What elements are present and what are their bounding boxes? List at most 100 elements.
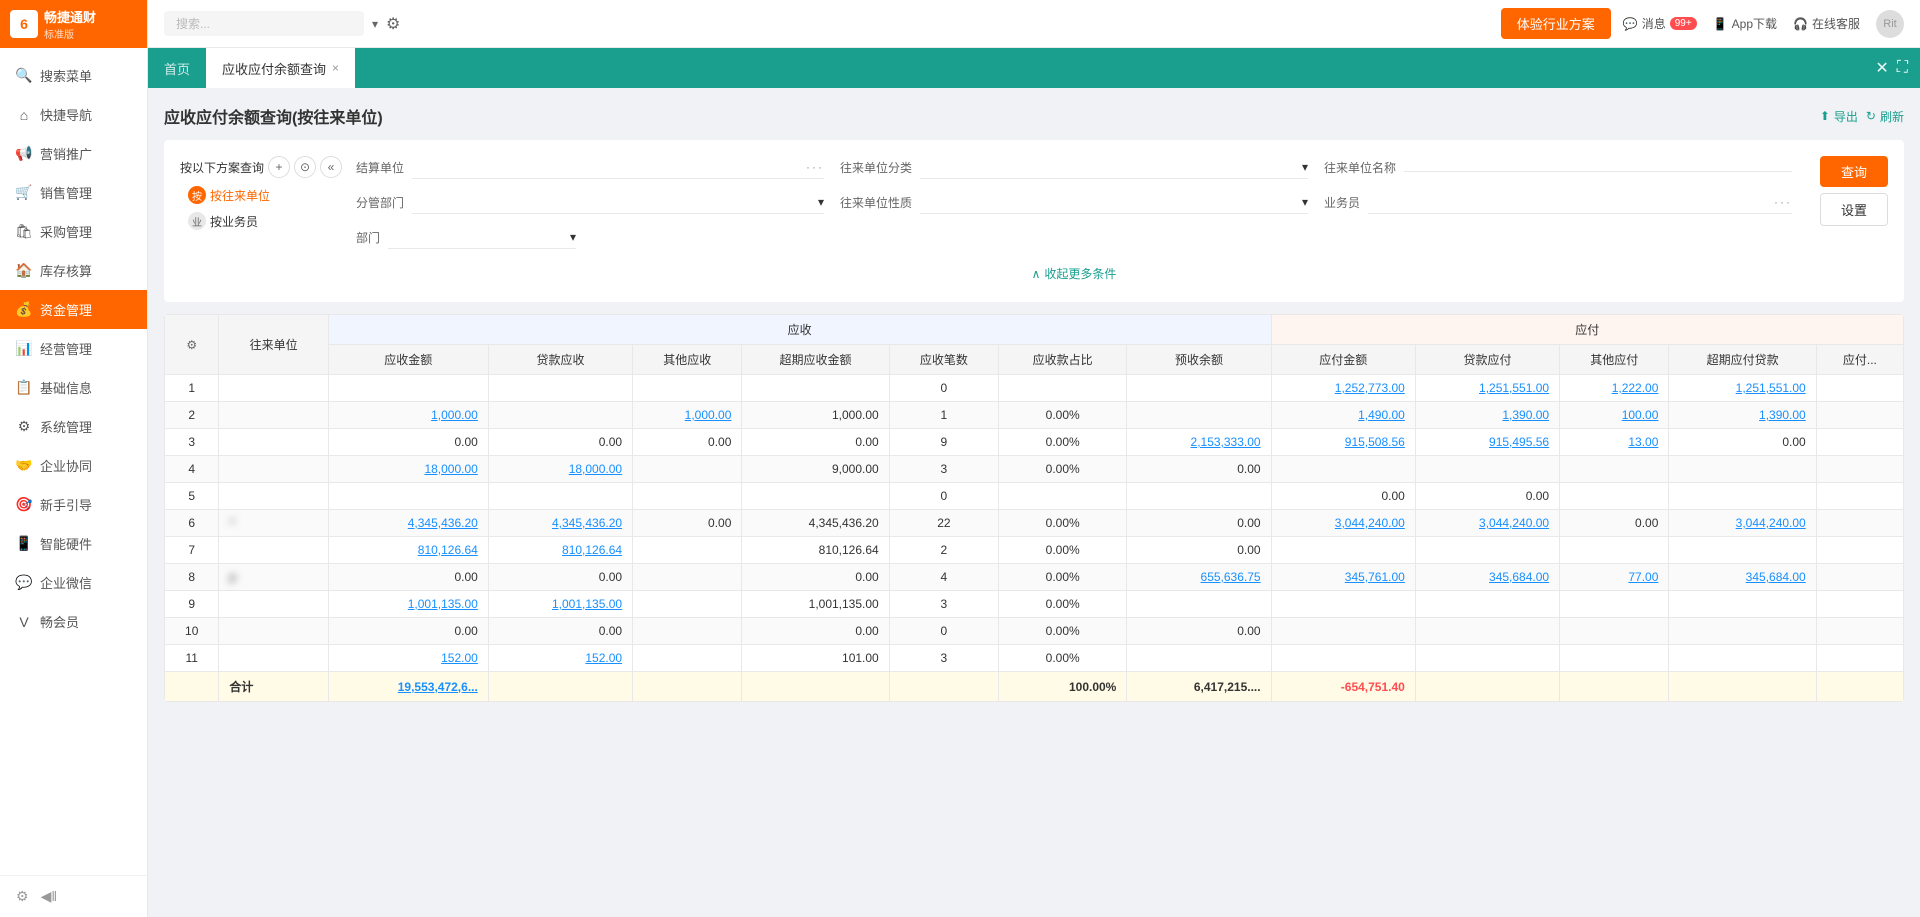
- col-settings-header[interactable]: ⚙: [165, 315, 219, 375]
- table-cell-link[interactable]: 1,390.00: [1502, 408, 1549, 422]
- search-icon: 🔍: [16, 68, 32, 84]
- sidebar-label-guide: 新手引导: [40, 495, 92, 514]
- table-cell-link[interactable]: 18,000.00: [424, 462, 477, 476]
- table-cell-link[interactable]: 1,490.00: [1358, 408, 1405, 422]
- settlement-unit-input[interactable]: ···: [412, 156, 824, 179]
- table-cell: [1816, 456, 1903, 483]
- sidebar-item-guide[interactable]: 🎯新手引导: [0, 485, 147, 524]
- table-cell-link[interactable]: 1,001,135.00: [552, 597, 622, 611]
- table-cell-link[interactable]: 4,345,436.20: [408, 516, 478, 530]
- tab-label-balance: 应收应付余额查询: [222, 59, 326, 78]
- table-cell-link[interactable]: 3,044,240.00: [1479, 516, 1549, 530]
- table-cell: [633, 537, 742, 564]
- table-cell: 22: [889, 510, 998, 537]
- app-download-item[interactable]: 📱 App下载: [1713, 15, 1777, 32]
- table-cell-link[interactable]: 1,000.00: [431, 408, 478, 422]
- search-placeholder: 搜索...: [176, 17, 210, 31]
- table-cell-link[interactable]: 3,044,240.00: [1335, 516, 1405, 530]
- partner-nature-input[interactable]: ▾: [920, 191, 1308, 214]
- table-cell-link[interactable]: 1,251,551.00: [1736, 381, 1806, 395]
- table-cell-link[interactable]: 1,222.00: [1612, 381, 1659, 395]
- export-button[interactable]: ⬆ 导出: [1820, 108, 1858, 125]
- sidebar-item-coop[interactable]: 🤝企业协同: [0, 446, 147, 485]
- tab-close-balance[interactable]: ×: [332, 61, 339, 75]
- table-cell-link[interactable]: 345,684.00: [1489, 570, 1549, 584]
- message-icon: 💬: [1623, 17, 1638, 31]
- tab-home[interactable]: 首页: [148, 48, 206, 88]
- partner-name-input[interactable]: [1404, 163, 1792, 172]
- table-cell-link[interactable]: 1,001,135.00: [408, 597, 478, 611]
- sidebar-item-system[interactable]: ⚙系统管理: [0, 407, 147, 446]
- maximize-icon[interactable]: ⛶: [1897, 59, 1908, 77]
- sidebar-item-search[interactable]: 🔍搜索菜单: [0, 56, 147, 95]
- table-cell-link[interactable]: 4,345,436.20: [552, 516, 622, 530]
- table-cell: [1127, 483, 1271, 510]
- table-cell-link[interactable]: 915,508.56: [1345, 435, 1405, 449]
- table-cell: [219, 645, 328, 672]
- user-avatar[interactable]: Rit: [1876, 10, 1904, 38]
- table-cell-link[interactable]: 345,684.00: [1746, 570, 1806, 584]
- refresh-button[interactable]: ↻ 刷新: [1866, 108, 1904, 125]
- table-cell-link[interactable]: 152.00: [585, 651, 622, 665]
- table-cell-link[interactable]: 655,636.75: [1201, 570, 1261, 584]
- sidebar-item-basic[interactable]: 📋基础信息: [0, 368, 147, 407]
- topbar-gear-icon[interactable]: ⚙: [386, 14, 400, 34]
- online-service-item[interactable]: 🎧 在线客服: [1793, 15, 1860, 32]
- query-button[interactable]: 查询: [1820, 156, 1888, 187]
- export-icon: ⬆: [1820, 109, 1830, 123]
- table-cell: 4: [889, 564, 998, 591]
- tab-balance[interactable]: 应收应付余额查询 ×: [206, 48, 355, 88]
- table-cell-link[interactable]: 2,153,333.00: [1191, 435, 1261, 449]
- collapse-more-bar[interactable]: ∧ 收起更多条件: [356, 261, 1792, 286]
- table-cell-link[interactable]: 18,000.00: [569, 462, 622, 476]
- close-window-icon[interactable]: ✕: [1875, 58, 1888, 78]
- table-cell-link[interactable]: 1,252,773.00: [1335, 381, 1405, 395]
- set-button[interactable]: 设置: [1820, 193, 1888, 226]
- table-cell-link[interactable]: 1,251,551.00: [1479, 381, 1549, 395]
- footer-overdue-pay: [1669, 672, 1816, 702]
- collapse-scheme-button[interactable]: «: [320, 156, 342, 178]
- partner-category-input[interactable]: ▾: [920, 156, 1308, 179]
- table-cell-link[interactable]: 77.00: [1628, 570, 1658, 584]
- sidebar-item-purchase[interactable]: 🛍采购管理: [0, 212, 147, 251]
- table-cell-link[interactable]: 1,000.00: [685, 408, 732, 422]
- sidebar-item-finance[interactable]: 💰资金管理: [0, 290, 147, 329]
- sidebar-item-sales[interactable]: 🛒销售管理: [0, 173, 147, 212]
- sidebar-item-marketing[interactable]: 📢营销推广: [0, 134, 147, 173]
- table-cell-link[interactable]: 345,761.00: [1345, 570, 1405, 584]
- table-cell-link[interactable]: 3,044,240.00: [1736, 516, 1806, 530]
- topbar-dropdown-icon[interactable]: ▾: [372, 17, 378, 31]
- table-cell: 0.00%: [999, 537, 1127, 564]
- table-cell-link[interactable]: 810,126.64: [562, 543, 622, 557]
- table-cell-link[interactable]: 810,126.64: [418, 543, 478, 557]
- sidebar-item-quick[interactable]: ⌂快捷导航: [0, 95, 147, 134]
- promote-button[interactable]: 体验行业方案: [1501, 8, 1611, 39]
- table-row: 91,001,135.001,001,135.001,001,135.0030.…: [165, 591, 1904, 618]
- page-actions: ⬆ 导出 ↻ 刷新: [1820, 108, 1904, 125]
- sidebar-item-ops[interactable]: 📊经营管理: [0, 329, 147, 368]
- scheme-by-partner[interactable]: 按 按往来单位: [180, 182, 340, 208]
- sidebar-item-wechat[interactable]: 💬企业微信: [0, 563, 147, 602]
- messages-item[interactable]: 💬 消息 99+: [1623, 15, 1697, 32]
- table-cell-link[interactable]: 100.00: [1622, 408, 1659, 422]
- scheme-by-salesperson[interactable]: 业 按业务员: [180, 208, 340, 234]
- table-cell: [1816, 429, 1903, 456]
- table-cell-link[interactable]: 1,390.00: [1759, 408, 1806, 422]
- sales-icon: 🛒: [16, 185, 32, 201]
- footer-recv-ratio: 100.00%: [999, 672, 1127, 702]
- wechat-icon: 💬: [16, 575, 32, 591]
- sidebar-item-inventory[interactable]: 🏠库存核算: [0, 251, 147, 290]
- sidebar-item-hardware[interactable]: 📱智能硬件: [0, 524, 147, 563]
- dept-charge-input[interactable]: ▾: [412, 191, 824, 214]
- add-scheme-button[interactable]: +: [268, 156, 290, 178]
- table-cell-link[interactable]: 152.00: [441, 651, 478, 665]
- salesperson-input[interactable]: ···: [1368, 191, 1792, 214]
- edit-scheme-button[interactable]: ⊙: [294, 156, 316, 178]
- collapse-icon[interactable]: ◀‖: [41, 888, 58, 905]
- table-cell-link[interactable]: 13.00: [1628, 435, 1658, 449]
- sidebar-item-vip[interactable]: V畅会员: [0, 602, 147, 641]
- settings-icon[interactable]: ⚙: [16, 888, 29, 905]
- table-cell: [1271, 645, 1415, 672]
- dept-input[interactable]: ▾: [388, 226, 576, 249]
- table-cell-link[interactable]: 915,495.56: [1489, 435, 1549, 449]
